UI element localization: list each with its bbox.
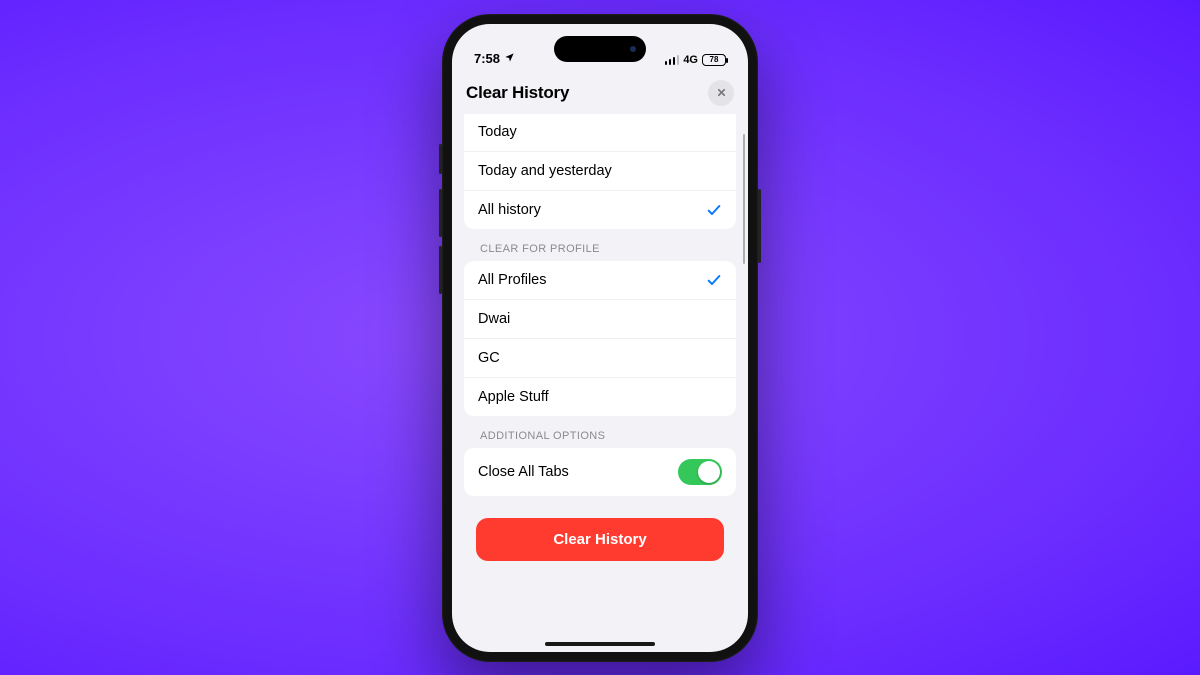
dynamic-island [554,36,646,62]
profile-option-dwai[interactable]: Dwai [464,300,736,339]
profile-option-gc[interactable]: GC [464,339,736,378]
option-label: Close All Tabs [478,464,569,480]
timeframe-option-today-yesterday[interactable]: Today and yesterday [464,152,736,191]
checkmark-icon [706,202,722,218]
home-indicator[interactable] [545,642,655,646]
close-button[interactable] [708,80,734,106]
silent-switch [439,144,442,174]
profile-option-apple-stuff[interactable]: Apple Stuff [464,378,736,416]
iphone-frame: 7:58 4G 78 Clear History To [442,14,758,662]
battery-icon: 78 [702,54,726,66]
additional-group: Close All Tabs [464,448,736,496]
profile-option-all[interactable]: All Profiles [464,261,736,300]
profiles-section-label: CLEAR FOR PROFILE [464,243,736,261]
location-icon [504,51,515,66]
button-label: Clear History [553,531,646,548]
timeframe-group: Today Today and yesterday All history [464,114,736,229]
status-time: 7:58 [474,51,500,66]
option-label: All history [478,202,541,218]
scroll-indicator[interactable] [743,134,746,264]
timeframe-option-all-history[interactable]: All history [464,191,736,229]
sheet-header: Clear History [452,70,748,114]
close-all-tabs-row[interactable]: Close All Tabs [464,448,736,496]
screen: 7:58 4G 78 Clear History To [452,24,748,652]
timeframe-option-today[interactable]: Today [464,114,736,152]
option-label: All Profiles [478,272,547,288]
option-label: Today [478,124,517,140]
clear-history-button[interactable]: Clear History [476,518,724,561]
option-label: Today and yesterday [478,163,612,179]
option-label: Apple Stuff [478,389,549,405]
profiles-group: All Profiles Dwai GC Apple Stuff [464,261,736,416]
side-button [758,189,761,263]
close-all-tabs-toggle[interactable] [678,459,722,485]
close-icon [716,87,727,98]
option-label: Dwai [478,311,510,327]
option-label: GC [478,350,500,366]
additional-section-label: ADDITIONAL OPTIONS [464,430,736,448]
network-label: 4G [683,54,698,66]
checkmark-icon [706,272,722,288]
volume-up-button [439,189,442,237]
page-title: Clear History [466,83,569,103]
volume-down-button [439,246,442,294]
signal-icon [665,55,680,65]
content-area: Today Today and yesterday All history CL… [452,114,748,652]
